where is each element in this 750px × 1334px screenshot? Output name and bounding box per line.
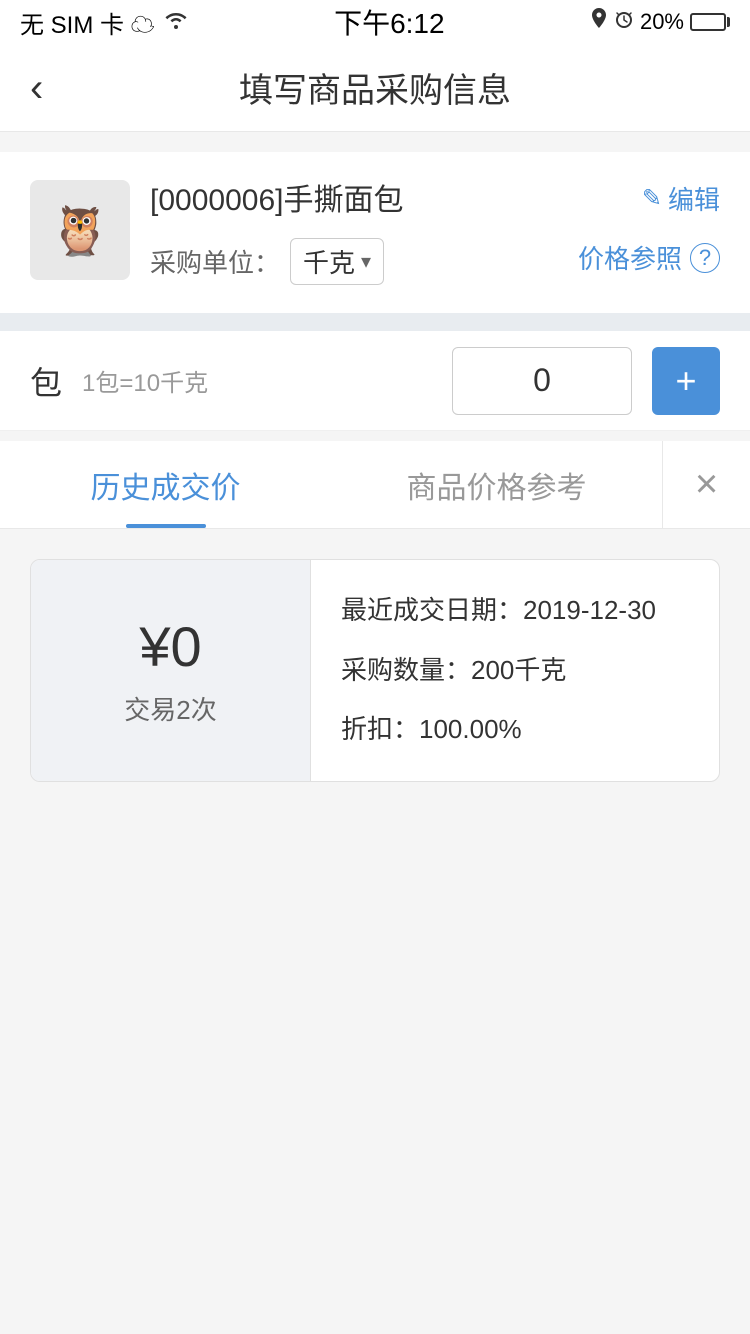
info-icon: ?: [690, 243, 720, 273]
product-actions: ✎ 编辑 价格参照 ?: [578, 180, 720, 276]
latest-date-value: 2019-12-30: [523, 595, 656, 625]
status-bar: 无 SIM 卡 ☁ 下午6:12 20%: [0, 0, 750, 44]
location-icon: [590, 8, 608, 36]
price-ref-button[interactable]: 价格参照 ?: [578, 239, 720, 276]
product-details: [0000006]手撕面包 采购单位： 千克 ▾: [150, 180, 403, 285]
history-content: ¥0 交易2次 最近成交日期：2019-12-30 采购数量：200千克 折扣：…: [0, 529, 750, 929]
tab-bar: 历史成交价 商品价格参考 ×: [0, 441, 750, 529]
tab-price-reference[interactable]: 商品价格参考: [331, 441, 662, 528]
unit-label: 采购单位：: [150, 243, 280, 280]
edit-label: 编辑: [668, 180, 720, 217]
purchase-qty-row: 采购数量：200千克: [341, 650, 689, 692]
history-price-value: 0: [171, 615, 202, 678]
quantity-value: 0: [533, 362, 551, 399]
page-title: 填写商品采购信息: [239, 63, 511, 112]
battery-icon: [690, 13, 730, 31]
unit-select-value: 千克: [303, 243, 355, 280]
history-price-display: ¥0: [139, 613, 201, 680]
back-button[interactable]: ‹: [30, 68, 43, 108]
status-right: 20%: [590, 8, 730, 36]
currency-symbol: ¥: [139, 615, 170, 678]
plus-icon: +: [675, 360, 696, 402]
battery-percent: 20%: [640, 9, 684, 35]
nav-bar: ‹ 填写商品采购信息: [0, 44, 750, 132]
quantity-input[interactable]: 0: [452, 347, 632, 415]
edit-icon: ✎: [642, 184, 662, 213]
quantity-unit-hint: 1包=10千克: [82, 363, 432, 398]
status-time: 下午6:12: [334, 2, 445, 42]
quantity-plus-button[interactable]: +: [652, 347, 720, 415]
tab-history-label: 历史成交价: [91, 463, 241, 507]
close-icon: ×: [695, 462, 718, 507]
edit-button[interactable]: ✎ 编辑: [642, 180, 720, 217]
history-card: ¥0 交易2次 最近成交日期：2019-12-30 采购数量：200千克 折扣：…: [30, 559, 720, 782]
latest-date-label: 最近成交日期：: [341, 595, 523, 625]
product-image: 🦉: [30, 180, 130, 280]
chevron-down-icon: ▾: [361, 249, 371, 274]
product-thumbnail-icon: 🦉: [50, 202, 110, 259]
discount-value: 100.00%: [419, 714, 522, 744]
purchase-qty-label: 采购数量：: [341, 655, 471, 685]
price-ref-label: 价格参照: [578, 239, 682, 276]
alarm-icon: [614, 9, 634, 35]
wifi-icon: [163, 8, 189, 36]
discount-label: 折扣：: [341, 714, 419, 744]
tab-active-indicator: [126, 524, 206, 528]
discount-row: 折扣：100.00%: [341, 709, 689, 751]
quantity-unit-label: 包: [30, 358, 62, 404]
latest-date-row: 最近成交日期：2019-12-30: [341, 590, 689, 632]
product-left: 🦉 [0000006]手撕面包 采购单位： 千克 ▾: [30, 180, 403, 285]
status-left: 无 SIM 卡 ☁: [20, 5, 189, 40]
product-name: [0000006]手撕面包: [150, 180, 403, 222]
product-header: 🦉 [0000006]手撕面包 采购单位： 千克 ▾ ✎ 编辑 价格参照: [30, 180, 720, 285]
product-card: 🦉 [0000006]手撕面包 采购单位： 千克 ▾ ✎ 编辑 价格参照: [0, 152, 750, 313]
unit-select[interactable]: 千克 ▾: [290, 238, 384, 285]
quantity-row: 包 1包=10千克 0 +: [0, 331, 750, 431]
signal-text: 无 SIM 卡 ☁: [20, 5, 155, 40]
history-card-left: ¥0 交易2次: [31, 560, 311, 781]
purchase-qty-value: 200千克: [471, 655, 566, 685]
product-unit-row: 采购单位： 千克 ▾: [150, 238, 403, 285]
history-trade-count: 交易2次: [124, 690, 216, 727]
tab-close-button[interactable]: ×: [662, 441, 750, 528]
tab-price-ref-label: 商品价格参考: [407, 463, 587, 507]
section-divider: [0, 313, 750, 331]
tab-history-price[interactable]: 历史成交价: [0, 441, 331, 528]
history-card-right: 最近成交日期：2019-12-30 采购数量：200千克 折扣：100.00%: [311, 560, 719, 781]
